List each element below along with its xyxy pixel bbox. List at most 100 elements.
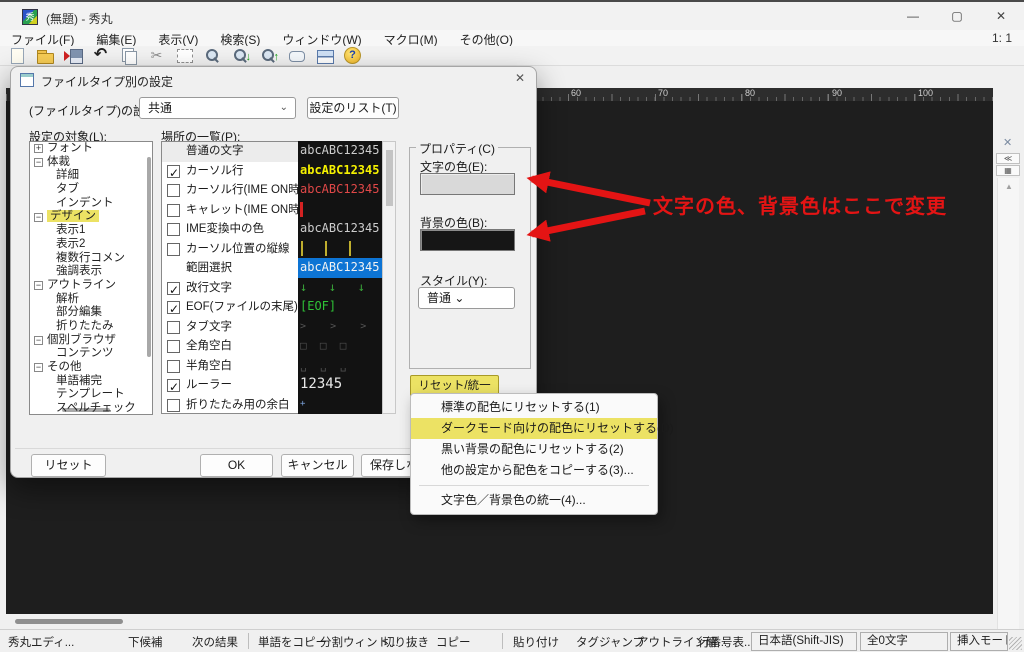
panel-grid-icon[interactable]: ▦ (996, 165, 1020, 176)
context-menu-item[interactable]: ダークモード向けの配色にリセットする(D) (411, 418, 674, 439)
tree-item[interactable]: 表示2 (30, 238, 152, 252)
scroll-up-icon[interactable]: ▲ (1005, 182, 1013, 191)
statusbar-item[interactable]: 次の結果 (192, 634, 238, 650)
preview-scroll-thumb[interactable] (386, 150, 393, 206)
location-item[interactable]: EOF(ファイルの末尾) (162, 298, 298, 318)
tree-item[interactable]: コンテンツ (30, 347, 152, 361)
search-up-icon[interactable]: ↑ (260, 47, 279, 64)
close-button[interactable]: ✕ (979, 2, 1023, 30)
tree-item[interactable]: タブ (30, 183, 152, 197)
tree-item[interactable]: 部分編集 (30, 306, 152, 320)
statusbar-cell[interactable]: 全0文字 (860, 632, 948, 651)
tree-item[interactable]: + フォント (30, 142, 152, 156)
location-item[interactable]: カーソル行 (162, 162, 298, 181)
expand-plus-icon[interactable]: + (34, 144, 43, 154)
tree-item[interactable]: − 体裁 (30, 156, 152, 170)
cancel-button[interactable]: キャンセル (281, 454, 354, 477)
tree-item[interactable]: スペルチェック (30, 402, 152, 414)
panel-close-icon[interactable]: ✕ (1003, 136, 1012, 149)
copy-icon[interactable] (120, 47, 137, 65)
location-item[interactable]: キャレット(IME ON時) (162, 201, 298, 221)
tree-item[interactable]: − デザイン (30, 210, 152, 224)
location-checkbox[interactable] (167, 398, 180, 412)
minimize-button[interactable]: — (891, 2, 935, 30)
location-item[interactable]: 改行文字 (162, 279, 298, 298)
location-checkbox[interactable] (167, 203, 180, 217)
hscroll-thumb[interactable] (15, 619, 123, 624)
context-menu-item[interactable]: 文字色／背景色の統一(4)... (411, 490, 657, 511)
cut-icon[interactable]: ✂ (148, 47, 165, 64)
collapse-minus-icon[interactable]: − (34, 158, 43, 168)
location-item[interactable]: タブ文字 (162, 318, 298, 338)
location-checkbox[interactable] (167, 378, 180, 396)
statusbar-item[interactable]: タグジャンプ (576, 634, 644, 650)
new-file-icon[interactable] (8, 47, 25, 64)
panel-collapse-icon[interactable]: ≪ (996, 153, 1020, 164)
preview-scrollbar[interactable] (382, 141, 396, 414)
statusbar-cell[interactable]: 日本語(Shift-JIS) (751, 632, 857, 651)
location-item[interactable]: 半角空白 (162, 357, 298, 377)
tree-item[interactable]: − その他 (30, 361, 152, 375)
location-item[interactable]: 範囲選択 (162, 259, 298, 279)
search-icon[interactable] (204, 47, 221, 64)
dialog-close-icon[interactable]: ✕ (507, 71, 533, 89)
location-checkbox[interactable] (167, 340, 180, 353)
context-menu-item[interactable]: 黒い背景の配色にリセットする(2) (411, 439, 657, 460)
tree-item[interactable]: − 個別ブラウザ (30, 334, 152, 348)
statusbar-item[interactable]: 切り抜き (383, 634, 429, 650)
split-window-icon[interactable] (316, 47, 334, 64)
collapse-minus-icon[interactable]: − (34, 363, 43, 373)
location-item[interactable]: 折りたたみ用の余白 (162, 396, 298, 414)
collapse-minus-icon[interactable]: − (34, 281, 43, 291)
filetype-combo[interactable]: 共通 ⌄ (139, 97, 296, 119)
location-item[interactable]: ルーラー (162, 376, 298, 396)
location-checkbox[interactable] (167, 164, 180, 181)
reset-button[interactable]: リセット (31, 454, 106, 477)
tree-item[interactable]: 単語補完 (30, 375, 152, 389)
collapse-minus-icon[interactable]: − (34, 212, 43, 222)
settings-list-button[interactable]: 設定のリスト(T) (307, 97, 399, 119)
tree-item[interactable]: 折りたたみ (30, 320, 152, 334)
location-item[interactable]: 普通の文字 (162, 142, 298, 162)
statusbar-item[interactable]: コピー (436, 634, 471, 650)
location-checkbox[interactable] (167, 184, 180, 197)
location-item[interactable]: IME変換中の色 (162, 220, 298, 240)
help-icon[interactable]: ? (344, 47, 361, 64)
tree-item[interactable]: 詳細 (30, 169, 152, 183)
search-down-icon[interactable]: ↓ (232, 47, 251, 64)
location-checkbox[interactable] (167, 281, 180, 298)
statusbar-cell[interactable]: 挿入モード (950, 632, 1008, 651)
resize-grip[interactable] (1009, 637, 1022, 650)
tree-item[interactable]: − アウトライン (30, 279, 152, 293)
undo-icon[interactable]: ↶ (92, 47, 109, 64)
location-item[interactable]: カーソル位置の縦線 (162, 240, 298, 260)
statusbar-item[interactable]: 下候補 (128, 634, 163, 650)
bg-color-button[interactable] (420, 229, 515, 251)
tree-item[interactable]: 解析 (30, 293, 152, 307)
location-item[interactable]: 全角空白 (162, 337, 298, 357)
save-icon[interactable] (64, 47, 83, 64)
text-color-button[interactable] (420, 173, 515, 195)
location-item[interactable]: カーソル行(IME ON時) (162, 181, 298, 201)
context-menu-item[interactable]: 他の設定から配色をコピーする(3)... (411, 460, 657, 481)
tree-item[interactable]: 強調表示 (30, 265, 152, 279)
tree-item[interactable]: テンプレート (30, 388, 152, 402)
grep-icon[interactable] (288, 47, 305, 64)
statusbar-item[interactable]: 貼り付け (513, 634, 559, 650)
open-folder-icon[interactable] (36, 47, 54, 64)
style-combo[interactable]: 普通 ⌄ (418, 287, 515, 309)
location-checkbox[interactable] (167, 223, 180, 236)
collapse-minus-icon[interactable]: − (34, 335, 43, 345)
statusbar-item[interactable]: 秀丸エディ... (8, 634, 74, 650)
context-menu-item[interactable]: 標準の配色にリセットする(1) (411, 397, 657, 418)
location-checkbox[interactable] (167, 300, 180, 318)
tree-item[interactable]: 表示1 (30, 224, 152, 238)
tree-item[interactable]: インデント (30, 197, 152, 211)
maximize-button[interactable]: ▢ (935, 2, 979, 30)
location-checkbox[interactable] (167, 320, 180, 334)
location-checkbox[interactable] (167, 359, 180, 373)
select-all-icon[interactable] (176, 47, 193, 64)
statusbar-item[interactable]: 単語をコピー (258, 634, 327, 650)
horizontal-scrollbar[interactable] (6, 614, 993, 628)
ok-button[interactable]: OK (200, 454, 273, 477)
